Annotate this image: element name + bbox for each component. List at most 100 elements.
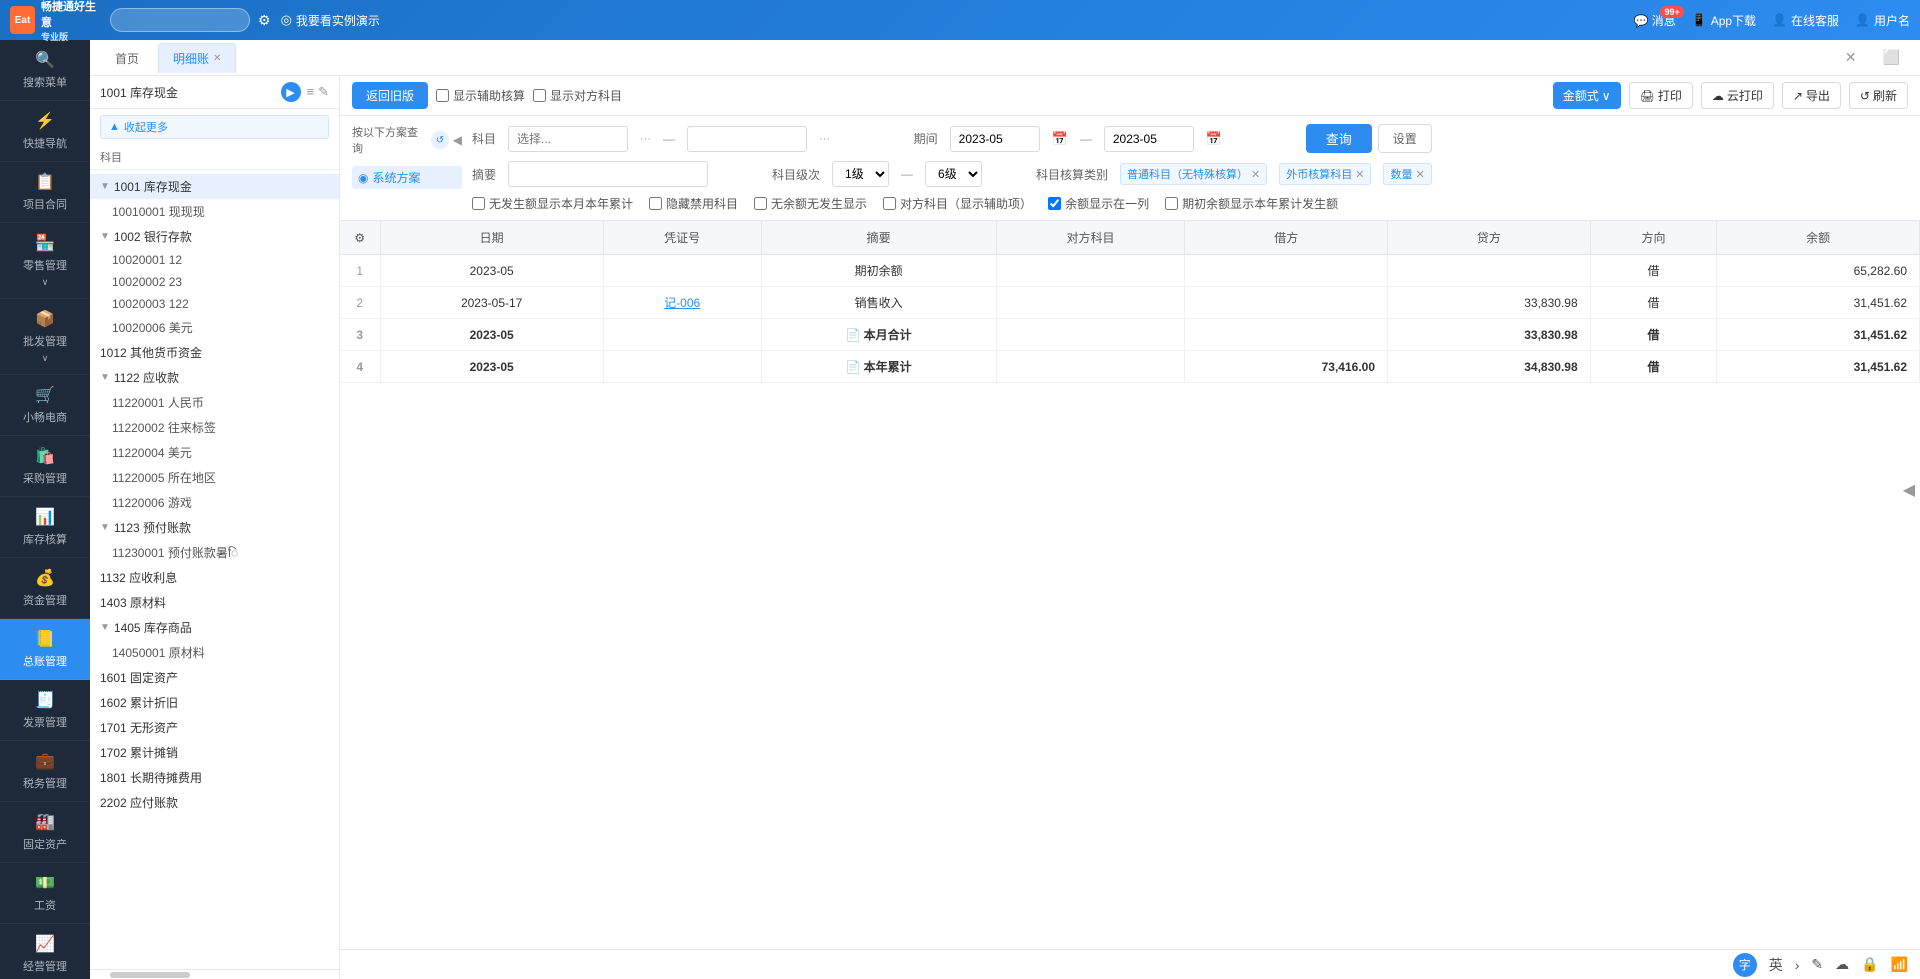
- summary-input[interactable]: [508, 161, 708, 187]
- filter-tag-foreign[interactable]: 外币核算科目 ✕: [1279, 163, 1371, 185]
- setting-btn[interactable]: 设置: [1378, 124, 1432, 153]
- cloud-print-btn[interactable]: ☁ 云打印: [1701, 82, 1774, 109]
- tab-ledger-close[interactable]: ✕: [213, 53, 221, 64]
- collapse-right-icon[interactable]: ◀: [1903, 480, 1915, 500]
- app-download-btn[interactable]: 📱 App下载: [1692, 12, 1756, 29]
- check2[interactable]: [649, 197, 662, 210]
- chat-bubble-btn[interactable]: 字: [1733, 953, 1757, 977]
- tree-item-1601[interactable]: 1601 固定资产: [90, 665, 339, 690]
- refresh-btn[interactable]: ↺ 刷新: [1849, 82, 1908, 109]
- sidebar-item-project[interactable]: 📋 项目合同: [0, 162, 90, 223]
- tree-item-10020001[interactable]: 10020001 12: [90, 249, 339, 271]
- sidebar-item-salary[interactable]: 💵 工资: [0, 863, 90, 924]
- tree-item-2202[interactable]: 2202 应付账款: [90, 790, 339, 815]
- check5-group[interactable]: 余额显示在一列: [1048, 195, 1149, 212]
- period-start-input[interactable]: [950, 126, 1040, 152]
- tab-home[interactable]: 首页: [100, 43, 154, 73]
- cloud-icon[interactable]: ☁: [1835, 956, 1849, 973]
- window-close-btn[interactable]: ✕: [1835, 45, 1867, 70]
- sidebar-item-assets[interactable]: 🏭 固定资产: [0, 802, 90, 863]
- sidebar-item-ledger[interactable]: 📒 总账管理: [0, 619, 90, 680]
- account-selector[interactable]: 1001 库存现金: [100, 84, 275, 101]
- check3-group[interactable]: 无余额无发生显示: [754, 195, 867, 212]
- sidebar-item-ecommerce[interactable]: 🛒 小畅电商: [0, 375, 90, 436]
- tree-item-11220006[interactable]: 11220006 游戏: [90, 490, 339, 515]
- check6[interactable]: [1165, 197, 1178, 210]
- arrow-right-icon[interactable]: ›: [1795, 957, 1800, 973]
- lang-en-icon[interactable]: 英: [1769, 955, 1783, 975]
- notification-btn[interactable]: 💬 消息 99+: [1633, 12, 1675, 29]
- query-btn[interactable]: 查询: [1306, 124, 1372, 153]
- sidebar-item-quick-nav[interactable]: ⚡ 快捷导航: [0, 101, 90, 162]
- tree-item-11230001[interactable]: 11230001 预付账款暑ि: [90, 540, 339, 565]
- h-scrollbar[interactable]: [90, 969, 339, 979]
- filter-tag-normal[interactable]: 普通科目（无特殊核算） ✕: [1120, 163, 1267, 185]
- sidebar-item-wholesale[interactable]: 📦 批发管理 ∨: [0, 299, 90, 375]
- kemu-input[interactable]: [508, 126, 628, 152]
- sidebar-item-search[interactable]: 🔍 搜索菜单: [0, 40, 90, 101]
- sidebar-item-inventory[interactable]: 📊 库存核算: [0, 497, 90, 558]
- check2-group[interactable]: 隐藏禁用科目: [649, 195, 738, 212]
- tree-item-11220004[interactable]: 11220004 美元: [90, 440, 339, 465]
- show-aux-checkbox[interactable]: [436, 89, 449, 102]
- period-end-input[interactable]: [1104, 126, 1194, 152]
- settings-icon[interactable]: ⚙: [258, 12, 271, 29]
- edit-icon[interactable]: ✎: [318, 84, 329, 100]
- online-service-btn[interactable]: 👤 在线客服: [1772, 12, 1839, 29]
- tree-item-11220001[interactable]: 11220001 人民币: [90, 390, 339, 415]
- tree-item-1122[interactable]: ▼ 1122 应收款: [90, 365, 339, 390]
- tree-item-1002[interactable]: ▼ 1002 银行存款: [90, 224, 339, 249]
- check5[interactable]: [1048, 197, 1061, 210]
- check4[interactable]: [883, 197, 896, 210]
- sidebar-item-tax[interactable]: 💼 税务管理: [0, 741, 90, 802]
- expand-more-btn[interactable]: ▲ 收起更多: [100, 115, 329, 139]
- th-settings[interactable]: ⚙: [340, 221, 380, 255]
- tree-item-1801[interactable]: 1801 长期待摊费用: [90, 765, 339, 790]
- sidebar-item-finance[interactable]: 💰 资金管理: [0, 558, 90, 619]
- filter-tag-qty-close[interactable]: ✕: [1415, 168, 1424, 181]
- list-icon[interactable]: ≡: [307, 84, 315, 100]
- check4-group[interactable]: 对方科目（显示辅助项）: [883, 195, 1032, 212]
- tree-item-10020002[interactable]: 10020002 23: [90, 271, 339, 293]
- sidebar-item-invoice[interactable]: 🧾 发票管理: [0, 680, 90, 741]
- tree-item-1012[interactable]: 1012 其他货币资金: [90, 340, 339, 365]
- lock-icon[interactable]: 🔒: [1861, 956, 1878, 973]
- tab-ledger[interactable]: 明细账 ✕: [158, 43, 236, 73]
- check6-group[interactable]: 期初余额显示本年累计发生额: [1165, 195, 1338, 212]
- amount-format-btn[interactable]: 金额式 ∨: [1553, 82, 1621, 109]
- tree-item-10010001[interactable]: 10010001 现现现: [90, 199, 339, 224]
- show-contra-check[interactable]: 显示对方科目: [533, 87, 622, 104]
- tree-item-11220005[interactable]: 11220005 所在地区: [90, 465, 339, 490]
- level-start-select[interactable]: 1级2级3级: [832, 161, 889, 187]
- scheme-system-btn[interactable]: ◉ 系统方案: [352, 166, 462, 189]
- voucher-link[interactable]: 记-006: [664, 296, 700, 310]
- filter-tag-foreign-close[interactable]: ✕: [1355, 168, 1364, 181]
- filter-tag-qty[interactable]: 数量 ✕: [1383, 163, 1431, 185]
- scheme-collapse-btn[interactable]: ◀: [453, 133, 462, 147]
- filter-tag-normal-close[interactable]: ✕: [1251, 168, 1260, 181]
- tree-item-1405[interactable]: ▼ 1405 库存商品: [90, 615, 339, 640]
- tree-item-1001[interactable]: ▼ 1001 库存现金: [90, 174, 339, 199]
- export-btn[interactable]: ↗ 导出: [1782, 82, 1841, 109]
- tree-item-10020006[interactable]: 10020006 美元: [90, 315, 339, 340]
- print-btn[interactable]: 🖨 打印: [1629, 82, 1693, 109]
- nav-arrow-btn[interactable]: ▶: [281, 82, 301, 102]
- tree-item-1403[interactable]: 1403 原材料: [90, 590, 339, 615]
- check1[interactable]: [472, 197, 485, 210]
- show-aux-check[interactable]: 显示辅助核算: [436, 87, 525, 104]
- show-contra-checkbox[interactable]: [533, 89, 546, 102]
- tree-item-1602[interactable]: 1602 累计折旧: [90, 690, 339, 715]
- check3[interactable]: [754, 197, 767, 210]
- check1-group[interactable]: 无发生额显示本月本年累计: [472, 195, 633, 212]
- back-btn[interactable]: 返回旧版: [352, 82, 428, 109]
- kemu-end-input[interactable]: [687, 126, 807, 152]
- tree-item-14050001[interactable]: 14050001 原材料: [90, 640, 339, 665]
- level-end-select[interactable]: 6级1级2级: [925, 161, 982, 187]
- tree-item-10020003[interactable]: 10020003 122: [90, 293, 339, 315]
- tree-item-1701[interactable]: 1701 无形资产: [90, 715, 339, 740]
- pencil-icon[interactable]: ✎: [1811, 956, 1823, 973]
- top-search-input[interactable]: [110, 8, 250, 32]
- sidebar-item-purchase[interactable]: 🛍️ 采购管理: [0, 436, 90, 497]
- sidebar-item-management[interactable]: 📈 经营管理: [0, 924, 90, 979]
- sidebar-item-retail[interactable]: 🏪 零售管理 ∨: [0, 223, 90, 299]
